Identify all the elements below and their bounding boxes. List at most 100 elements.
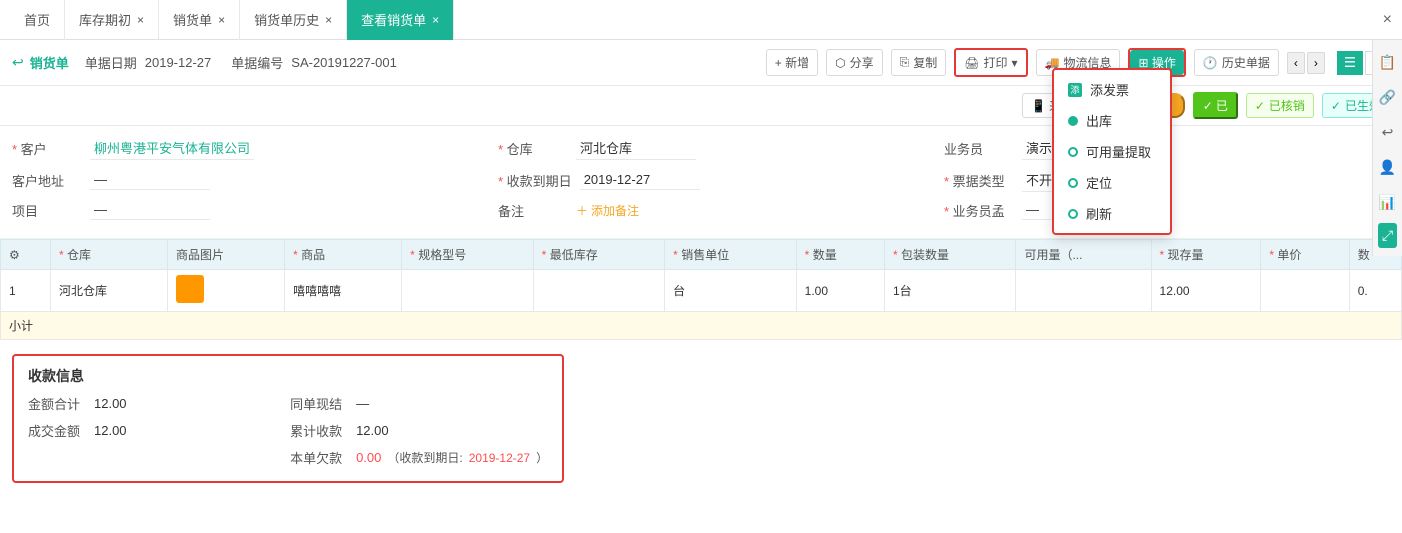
doc-meta: 单据日期 2019-12-27 单据编号 SA-20191227-001	[85, 53, 397, 72]
print-icon: 🖨	[964, 56, 979, 70]
row-spec	[402, 270, 534, 312]
sidebar-icon-3[interactable]: ↩	[1376, 118, 1400, 147]
due-date-value: 2019-12-27	[580, 170, 700, 190]
customer-label: 客户	[12, 139, 82, 158]
share-button[interactable]: ⬡ 分享	[826, 49, 883, 76]
project-value: —	[90, 200, 210, 220]
row-unit: 台	[665, 270, 797, 312]
gear-icon: ⚙	[9, 248, 20, 262]
menu-label-add-invoice: 添发票	[1090, 80, 1129, 99]
tab-close-sale[interactable]: ×	[218, 13, 225, 27]
menu-item-locate[interactable]: 定位	[1054, 167, 1170, 198]
tab-close-inventory[interactable]: ×	[137, 13, 144, 27]
th-pack-qty: 包装数量	[884, 240, 1016, 270]
menu-item-outbound[interactable]: 出库	[1054, 105, 1170, 136]
payment-row-deal: 成交金额 12.00	[28, 421, 286, 440]
sidebar-icon-4[interactable]: 👤	[1373, 153, 1402, 182]
sold-badge: ✓ 已核销	[1246, 93, 1314, 118]
copy-icon: ⎘	[900, 55, 910, 70]
plus-icon: ＋	[576, 202, 588, 219]
row-amount: 0.	[1349, 270, 1401, 312]
print-highlight-box: 🖨 打印 ▾	[954, 48, 1027, 77]
th-warehouse: 仓库	[50, 240, 167, 270]
address-value: —	[90, 170, 210, 190]
new-button[interactable]: + 新增	[766, 49, 818, 76]
row-no: 1	[1, 270, 51, 312]
add-invoice-icon: 添	[1068, 83, 1082, 97]
payment-title: 收款信息	[28, 366, 548, 386]
menu-item-available[interactable]: 可用量提取	[1054, 136, 1170, 167]
owed-suffix: （收款到期日:	[387, 449, 462, 466]
tab-close-view-sale[interactable]: ×	[432, 13, 439, 27]
share-icon: ⬡	[835, 56, 845, 70]
project-label: 项目	[12, 201, 82, 220]
check-icon: ✓	[1203, 99, 1213, 113]
due-date-label: 收款到期日	[498, 171, 572, 190]
print-button[interactable]: 🖨 打印 ▾	[956, 50, 1025, 75]
operation-dropdown: 添 添发票 出库 可用量提取 定位 刷新	[1052, 68, 1172, 235]
doc-title: ↩ 销货单	[12, 53, 69, 72]
phone-icon: 📱	[1031, 99, 1046, 113]
print-dropdown-arrow: ▾	[1011, 56, 1017, 70]
th-gear: ⚙	[1, 240, 51, 270]
due-date-field: 收款到期日 2019-12-27	[498, 170, 944, 190]
row-pack-qty: 1台	[884, 270, 1016, 312]
prev-button[interactable]: ‹	[1287, 52, 1305, 74]
next-button[interactable]: ›	[1307, 52, 1325, 74]
total-label: 金额合计	[28, 394, 88, 413]
form-section: 客户 柳州粤港平安气体有限公司 仓库 河北仓库 业务员 演示账号 客户地址 —	[0, 126, 1402, 239]
owed-suffix-end: ）	[536, 449, 548, 466]
payment-row-settlement: 同单现结 —	[290, 394, 548, 413]
warehouse-field: 仓库 河北仓库	[498, 136, 944, 160]
sidebar-icon-2[interactable]: 🔗	[1373, 83, 1402, 112]
confirm-button[interactable]: ✓ 已	[1193, 92, 1238, 119]
menu-item-add-invoice[interactable]: 添 添发票	[1054, 74, 1170, 105]
right-sidebar: 📋 🔗 ↩ 👤 📊 ⤢	[1372, 40, 1402, 256]
staff2-label: 业务员孟	[944, 201, 1014, 220]
tab-close-sale-history[interactable]: ×	[325, 13, 332, 27]
add-note-button[interactable]: ＋ 添加备注	[576, 202, 639, 219]
doc-type-icon: ↩	[12, 54, 24, 71]
menu-label-locate: 定位	[1086, 173, 1112, 192]
doc-date-label: 单据日期 2019-12-27	[85, 53, 212, 72]
th-unit-price: 单价	[1261, 240, 1349, 270]
customer-field: 客户 柳州粤港平安气体有限公司	[12, 136, 458, 160]
payment-row-total: 金额合计 12.00	[28, 394, 286, 413]
menu-item-refresh[interactable]: 刷新	[1054, 198, 1170, 229]
row-warehouse: 河北仓库	[50, 270, 167, 312]
refresh-icon	[1068, 209, 1078, 219]
tab-sale-history[interactable]: 销货单历史 ×	[240, 0, 347, 40]
row-current-stock: 12.00	[1151, 270, 1261, 312]
doc-number-label: 单据编号 SA-20191227-001	[231, 53, 397, 72]
tab-view-sale[interactable]: 查看销货单 ×	[347, 0, 454, 40]
sidebar-icon-1[interactable]: 📋	[1373, 48, 1402, 77]
table-row: 1 河北仓库 嘻嘻嘻嘻 台 1.00 1台 12.00	[1, 270, 1402, 312]
tab-sale[interactable]: 销货单 ×	[159, 0, 240, 40]
close-all-tabs[interactable]: ×	[1383, 11, 1392, 29]
settlement-label: 同单现结	[290, 394, 350, 413]
row-product: 嘻嘻嘻嘻	[285, 270, 402, 312]
row-qty: 1.00	[796, 270, 884, 312]
warehouse-value: 河北仓库	[576, 136, 696, 160]
settlement-value: —	[356, 396, 369, 411]
payment-section: 收款信息 金额合计 12.00 同单现结 — 成交金额 12.00	[12, 354, 564, 483]
list-view-button[interactable]: ☰	[1337, 51, 1363, 75]
deal-value: 12.00	[94, 423, 127, 438]
sidebar-icon-5[interactable]: 📊	[1373, 188, 1402, 217]
product-table-container: ⚙ 仓库 商品图片 商品 规格型号 最低库存 销售单位 数量 包装数量 可用量（…	[0, 239, 1402, 340]
toolbar-row: 📱 来自手机 ● 未开票 ✓ 已 ✓ 已核销 ✓ 已生效	[0, 86, 1402, 126]
address-label: 客户地址	[12, 171, 82, 190]
copy-button[interactable]: ⎘ 复制	[891, 49, 947, 76]
doc-type-label: 销货单	[30, 53, 69, 72]
history-button[interactable]: 🕐 历史单据	[1194, 49, 1279, 76]
sidebar-icon-expand[interactable]: ⤢	[1378, 223, 1397, 248]
customer-value[interactable]: 柳州粤港平安气体有限公司	[90, 136, 254, 160]
owed-label: 本单欠款	[290, 448, 350, 467]
payment-grid: 金额合计 12.00 同单现结 — 成交金额 12.00 累计收款 12.00	[28, 394, 548, 471]
tab-inventory-init[interactable]: 库存期初 ×	[65, 0, 159, 40]
payment-row-owed: 本单欠款 0.00 （收款到期日: 2019-12-27 ）	[290, 448, 548, 467]
total-value: 12.00	[94, 396, 127, 411]
check-icon-effective: ✓	[1331, 99, 1341, 113]
tab-home[interactable]: 首页	[10, 0, 65, 40]
form-row-1: 客户 柳州粤港平安气体有限公司 仓库 河北仓库 业务员 演示账号	[12, 136, 1390, 160]
